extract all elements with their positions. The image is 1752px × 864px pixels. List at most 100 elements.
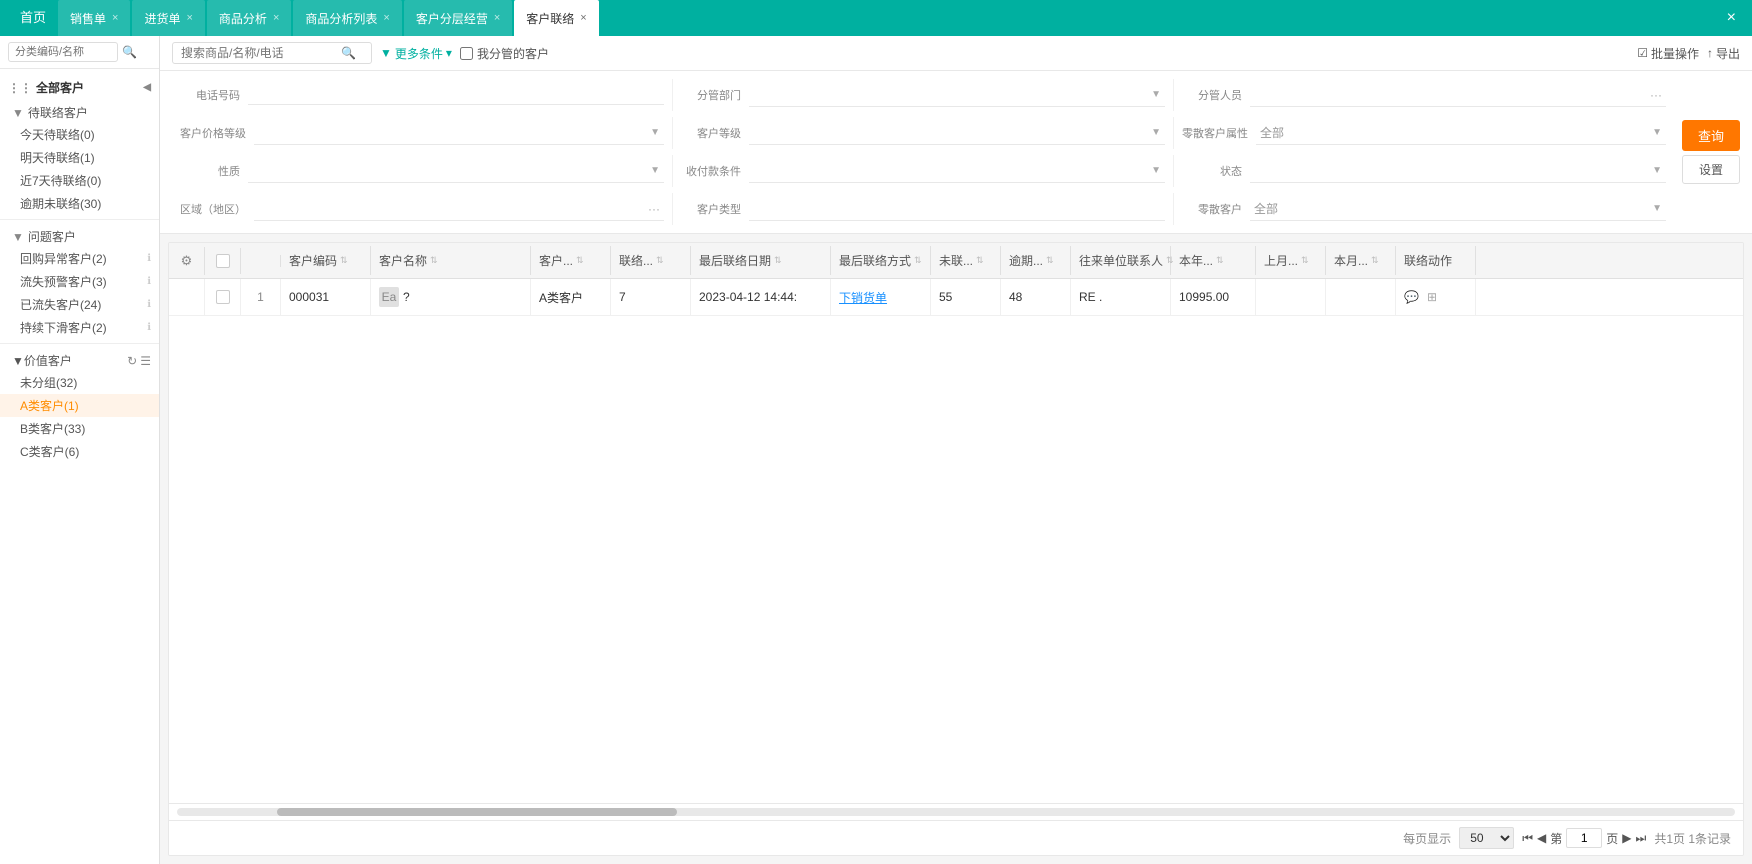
filter-buttons: 查询 设置 xyxy=(1674,79,1740,225)
export-button[interactable]: ↑ 导出 xyxy=(1707,45,1740,62)
tab-product-list[interactable]: 商品分析列表 × xyxy=(293,0,401,36)
th-action-label: 联络动作 xyxy=(1404,252,1452,269)
page-input[interactable] xyxy=(1566,828,1602,848)
filter-search-icon[interactable]: 🔍 xyxy=(341,46,356,60)
th-name[interactable]: 客户名称 ⇅ xyxy=(371,246,531,275)
next-page-icon[interactable]: ▶ xyxy=(1622,831,1631,845)
sidebar-item-lost[interactable]: 已流失客户(24) ℹ xyxy=(0,293,159,316)
filter-search-input[interactable] xyxy=(181,46,341,60)
th-last-date[interactable]: 最后联络日期 ⇅ xyxy=(691,246,831,275)
status-filter: 状态 ▼ xyxy=(1174,155,1674,187)
grid-icon[interactable]: ⊞ xyxy=(1427,290,1437,304)
status-select[interactable]: ▼ xyxy=(1250,159,1666,183)
sidebar-item-b-class[interactable]: B类客户(33) xyxy=(0,417,159,440)
th-no-contact[interactable]: 未联... ⇅ xyxy=(931,246,1001,275)
chat-icon[interactable]: 💬 xyxy=(1404,290,1419,304)
area-filter: 区域（地区） ··· xyxy=(172,193,673,225)
gear-icon[interactable]: ⚙ xyxy=(181,253,193,269)
row-last-date: 2023-04-12 14:44: xyxy=(699,290,797,304)
row-last-method[interactable]: 下销货单 xyxy=(839,289,887,306)
table-area: ⚙ 客户编码 ⇅ 客户名称 ⇅ 客户... ⇅ xyxy=(168,242,1744,856)
customer-type-select[interactable] xyxy=(749,197,1165,221)
tab-sales[interactable]: 销售单 × xyxy=(58,0,130,36)
close-sales-tab-icon[interactable]: × xyxy=(112,12,118,24)
retail-customer-select[interactable]: 全部 ▼ xyxy=(1250,197,1666,221)
sidebar-search-icon[interactable]: 🔍 xyxy=(122,45,137,59)
phone-input[interactable] xyxy=(248,86,664,105)
tab-customer-contact[interactable]: 客户联络 × xyxy=(514,0,598,36)
td-last-month xyxy=(1256,279,1326,315)
sidebar-item-7days[interactable]: 近7天待联络(0) xyxy=(0,169,159,192)
person-select[interactable]: ··· xyxy=(1250,83,1666,107)
th-last-method[interactable]: 最后联络方式 ⇅ xyxy=(831,246,931,275)
sidebar-item-warning[interactable]: 流失预警客户(3) ℹ xyxy=(0,270,159,293)
home-button[interactable]: 首页 xyxy=(8,0,58,36)
sort-last-month-icon: ⇅ xyxy=(1301,255,1309,266)
sidebar-item-declining[interactable]: 持续下滑客户(2) ℹ xyxy=(0,316,159,339)
sidebar-item-c-class[interactable]: C类客户(6) xyxy=(0,440,159,463)
header-checkbox[interactable] xyxy=(216,254,230,268)
close-product-list-tab-icon[interactable]: × xyxy=(383,12,389,24)
status-label: 状态 xyxy=(1182,163,1242,179)
th-overdue[interactable]: 逾期... ⇅ xyxy=(1001,246,1071,275)
sidebar-item-ungroup[interactable]: 未分组(32) xyxy=(0,371,159,394)
th-last-month[interactable]: 上月... ⇅ xyxy=(1256,246,1326,275)
close-purchase-tab-icon[interactable]: × xyxy=(186,12,192,24)
sidebar-problem-section[interactable]: ▼ 问题客户 xyxy=(0,224,159,247)
th-this-month[interactable]: 本月... ⇅ xyxy=(1326,246,1396,275)
person-dots-icon[interactable]: ··· xyxy=(1650,88,1662,102)
th-no xyxy=(241,255,281,267)
th-check[interactable] xyxy=(205,248,241,274)
per-page-select[interactable]: 50 20 100 xyxy=(1459,827,1514,849)
th-unit-contact[interactable]: 往来单位联系人 ⇅ xyxy=(1071,246,1171,275)
batch-op-button[interactable]: ☑ 批量操作 xyxy=(1637,45,1699,62)
sidebar-item-abnormal[interactable]: 回购异常客户(2) ℹ xyxy=(0,247,159,270)
th-settings[interactable]: ⚙ xyxy=(169,247,205,275)
retail-attr-select[interactable]: 全部 ▼ xyxy=(1256,121,1666,145)
close-customer-contact-tab-icon[interactable]: × xyxy=(580,12,586,24)
th-this-year[interactable]: 本年... ⇅ xyxy=(1171,246,1256,275)
sidebar-item-overdue[interactable]: 逾期未联络(30) xyxy=(0,192,159,215)
sidebar-all-customers[interactable]: ⋮⋮ 全部客户 ◀ xyxy=(0,75,159,100)
my-customers-checkbox[interactable] xyxy=(460,47,473,60)
prev-page-icon[interactable]: ◀ xyxy=(1537,831,1546,845)
sidebar-item-tomorrow[interactable]: 明天待联络(1) xyxy=(0,146,159,169)
last-page-icon[interactable]: ⏭ xyxy=(1636,831,1647,846)
row-contact: 7 xyxy=(619,290,626,304)
sidebar-item-a-class[interactable]: A类客户(1) xyxy=(0,394,159,417)
add-icon[interactable]: ☰ xyxy=(140,354,151,368)
scroll-thumb[interactable] xyxy=(277,808,677,816)
customer-level-select[interactable]: ▼ xyxy=(749,121,1165,145)
tab-product-analysis[interactable]: 商品分析 × xyxy=(207,0,291,36)
sidebar-item-today[interactable]: 今天待联络(0) xyxy=(0,123,159,146)
row-checkbox[interactable] xyxy=(216,290,230,304)
sidebar-search-input[interactable] xyxy=(8,42,118,62)
nature-select[interactable]: ▼ xyxy=(248,159,664,183)
close-customer-tier-tab-icon[interactable]: × xyxy=(494,12,500,24)
th-type[interactable]: 客户... ⇅ xyxy=(531,246,611,275)
retail-attr-caret-icon: ▼ xyxy=(1652,127,1662,138)
td-check[interactable] xyxy=(205,279,241,315)
filter-bar: 🔍 ▼ 更多条件 ▾ 我分管的客户 ☑ 批量操作 ↑ 导出 xyxy=(160,36,1752,71)
sidebar-pending-section[interactable]: ▼ 待联络客户 xyxy=(0,100,159,123)
close-main-button[interactable]: × xyxy=(1719,9,1744,27)
close-product-analysis-tab-icon[interactable]: × xyxy=(273,12,279,24)
query-button[interactable]: 查询 xyxy=(1682,120,1740,151)
settings-button[interactable]: 设置 xyxy=(1682,155,1740,184)
price-level-select[interactable]: ▼ xyxy=(254,121,664,145)
collapse-icon[interactable]: ◀ xyxy=(143,82,151,93)
pay-filter: 收付款条件 ▼ xyxy=(673,155,1174,187)
first-page-icon[interactable]: ⏮ xyxy=(1522,831,1533,846)
refresh-icon[interactable]: ↻ xyxy=(127,354,137,368)
th-code[interactable]: 客户编码 ⇅ xyxy=(281,246,371,275)
avatar: Ea xyxy=(379,287,399,307)
tab-customer-tier[interactable]: 客户分层经营 × xyxy=(404,0,512,36)
tab-purchase[interactable]: 进货单 × xyxy=(132,0,204,36)
pay-select[interactable]: ▼ xyxy=(749,159,1165,183)
area-select[interactable]: ··· xyxy=(254,197,664,221)
dept-select[interactable]: ▼ xyxy=(749,83,1165,107)
th-contact[interactable]: 联络... ⇅ xyxy=(611,246,691,275)
area-dots-icon[interactable]: ··· xyxy=(648,202,660,216)
scroll-track[interactable] xyxy=(177,808,1735,816)
more-conditions-button[interactable]: ▼ 更多条件 ▾ xyxy=(380,45,452,62)
